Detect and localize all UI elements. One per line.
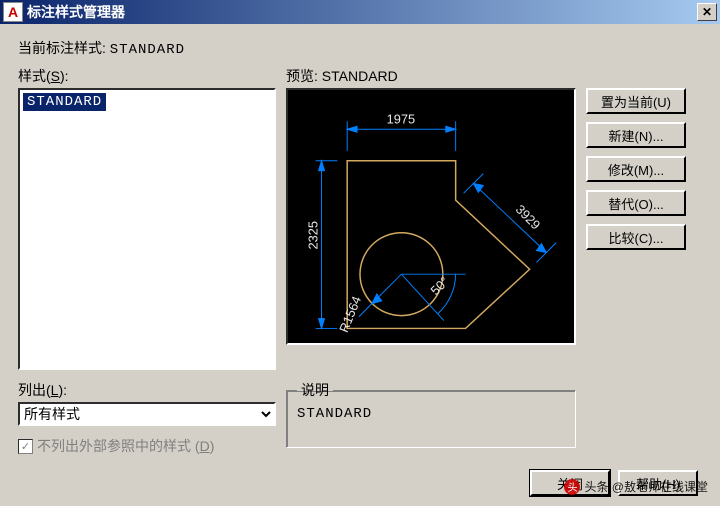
compare-button[interactable]: 比较(C)... [586, 224, 686, 250]
override-button[interactable]: 替代(O)... [586, 190, 686, 216]
current-style-value: STANDARD [110, 42, 185, 58]
title-bar: A 标注样式管理器 ✕ [0, 0, 720, 24]
current-style-label: 当前标注样式: [18, 40, 106, 56]
list-label: 列出(L): [18, 380, 276, 400]
dim-left: 2325 [306, 221, 321, 250]
dim-angle: 50° [427, 274, 451, 298]
preview-label: 预览: STANDARD [286, 66, 576, 86]
description-group: 说明 STANDARD [286, 380, 576, 448]
watermark: 头 头条 @敖老师在线课堂 [564, 478, 708, 495]
xref-checkbox-label: 不列出外部参照中的样式 [37, 438, 191, 454]
styles-label: 样式(S): [18, 66, 276, 86]
styles-listbox[interactable]: STANDARD [18, 88, 276, 370]
xref-checkbox-row: ✓ 不列出外部参照中的样式 (D) [18, 436, 276, 456]
dim-diag: 3929 [513, 202, 544, 233]
set-current-button[interactable]: 置为当前(U) [586, 88, 686, 114]
dim-top: 1975 [387, 111, 416, 126]
list-item[interactable]: STANDARD [23, 93, 106, 111]
watermark-text: 头条 @敖老师在线课堂 [584, 478, 708, 495]
app-logo-icon: A [3, 2, 23, 22]
dimension-preview-drawing: 1975 2325 3929 R1564 50° [288, 90, 574, 343]
close-icon[interactable]: ✕ [697, 3, 717, 21]
description-legend: 说明 [297, 380, 333, 400]
preview-pane: 1975 2325 3929 R1564 50° [286, 88, 576, 345]
current-style-line: 当前标注样式: STANDARD [18, 38, 702, 58]
modify-button[interactable]: 修改(M)... [586, 156, 686, 182]
list-combobox[interactable]: 所有样式 [18, 402, 276, 426]
xref-checkbox[interactable]: ✓ [18, 439, 33, 454]
window-title: 标注样式管理器 [27, 2, 697, 22]
new-button[interactable]: 新建(N)... [586, 122, 686, 148]
watermark-icon: 头 [564, 479, 580, 495]
description-value: STANDARD [297, 406, 565, 422]
